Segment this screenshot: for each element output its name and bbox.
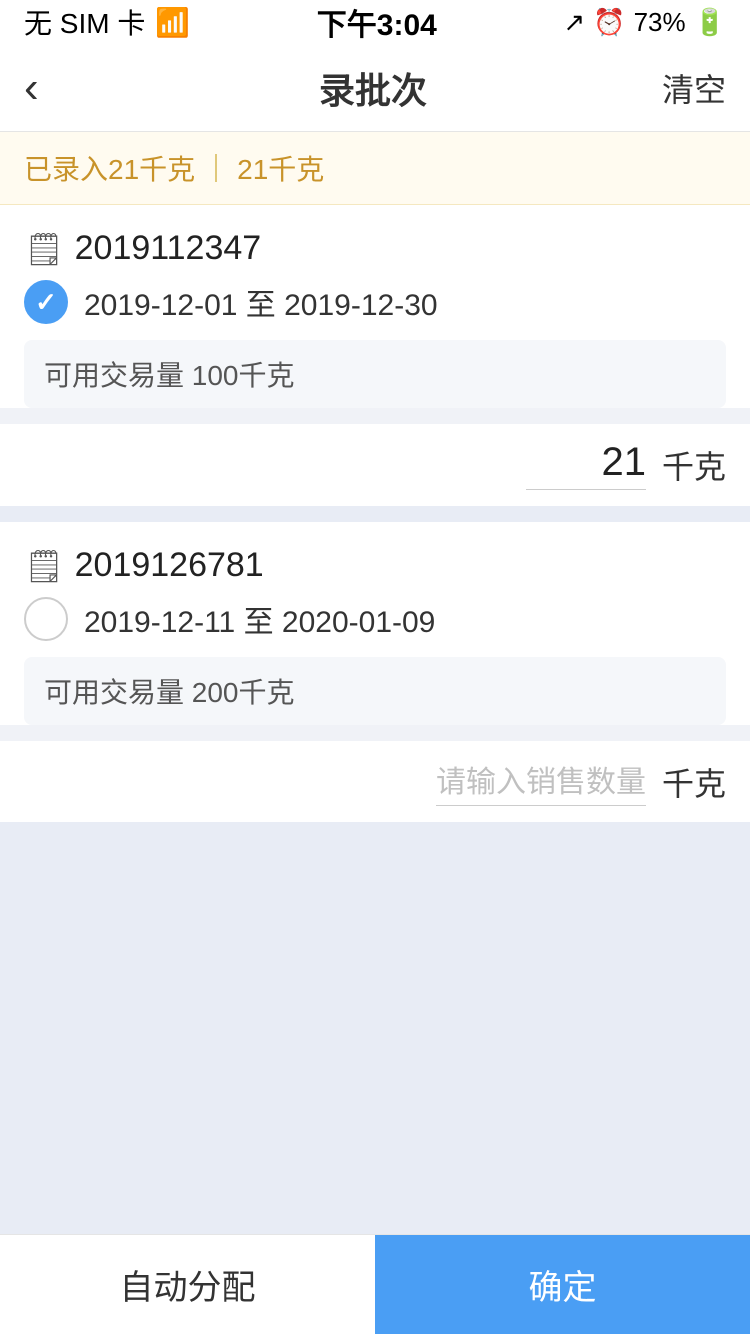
batch-id-1: 2019112347 [75,229,262,268]
batch-date-row-2[interactable]: 2019-12-11 至 2020-01-09 [24,597,726,641]
sim-label: 无 SIM 卡 [24,2,145,42]
batch-header-1: 🗒 2019112347 [24,229,726,268]
batch-header-2: 🗒 2019126781 [24,546,726,585]
quantity-placeholder-2: 请输入销售数量 [436,766,646,799]
available-box-2: 可用交易量 200千克 [24,657,726,725]
quantity-unit-2: 千克 [662,759,726,805]
status-bar: 无 SIM 卡 📶 下午3:04 ↗ ⏰ 73% 🔋 [0,0,750,44]
alarm-icon: ⏰ [593,7,625,38]
wifi-icon: 📶 [155,6,190,39]
quantity-input-area-1: 21 千克 [526,440,726,490]
quantity-unit-1: 千克 [662,442,726,488]
info-banner: 已录入21千克 21千克 [0,132,750,205]
batch-date-2: 2019-12-11 至 2020-01-09 [84,597,435,641]
batch-card-1: 🗒 2019112347 2019-12-01 至 2019-12-30 可用交… [0,205,750,408]
empty-area [0,838,750,1298]
confirm-button[interactable]: 确定 [375,1235,750,1334]
status-left: 无 SIM 卡 📶 [24,2,190,42]
radio-unchecked-2[interactable] [24,597,68,641]
radio-checked-1[interactable] [24,280,68,324]
quantity-row-2: 请输入销售数量 千克 [0,741,750,822]
page-title: 录批次 [319,62,427,114]
battery-label: 73% [634,7,686,38]
batch-id-2: 2019126781 [75,546,264,585]
batch-card-2: 🗒 2019126781 2019-12-11 至 2020-01-09 可用交… [0,522,750,725]
batch-doc-icon-1: 🗒 [24,230,65,268]
batch-date-1: 2019-12-01 至 2019-12-30 [84,280,438,324]
location-icon: ↗ [563,7,585,38]
section-divider-1 [0,506,750,522]
auto-distribute-button[interactable]: 自动分配 [0,1235,375,1334]
section-divider-2 [0,822,750,838]
quantity-underline-2[interactable]: 请输入销售数量 [436,757,646,806]
total-amount: 21千克 [237,148,324,188]
quantity-underline-1: 21 [526,440,646,490]
recorded-amount: 已录入21千克 [24,148,195,188]
battery-icon: 🔋 [694,7,726,38]
batch-doc-icon-2: 🗒 [24,547,65,585]
info-divider [215,154,217,182]
batch-date-row-1[interactable]: 2019-12-01 至 2019-12-30 [24,280,726,324]
quantity-value-1: 21 [601,440,646,484]
quantity-row-1: 21 千克 [0,424,750,506]
nav-bar: ‹ 录批次 清空 [0,44,750,132]
status-time: 下午3:04 [317,0,437,44]
quantity-input-area-2[interactable]: 请输入销售数量 千克 [436,757,726,806]
clear-button[interactable]: 清空 [662,65,726,111]
back-button[interactable]: ‹ [24,63,84,113]
available-box-1: 可用交易量 100千克 [24,340,726,408]
status-right: ↗ ⏰ 73% 🔋 [563,7,726,38]
bottom-bar: 自动分配 确定 [0,1234,750,1334]
